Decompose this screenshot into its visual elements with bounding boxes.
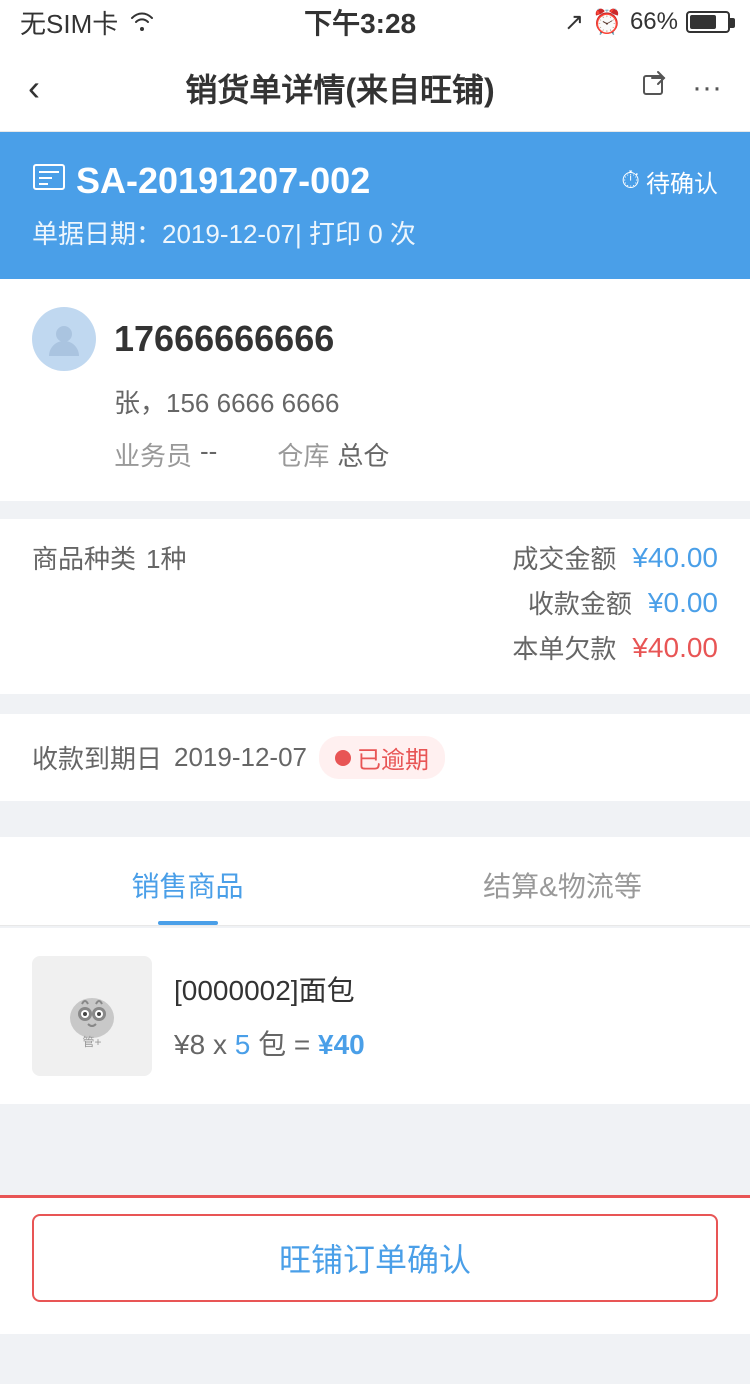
more-button[interactable]: ··· bbox=[692, 71, 722, 105]
salesperson-value: -- bbox=[200, 436, 217, 473]
due-date-label: 收款到期日 bbox=[32, 739, 162, 776]
summary-section: 商品种类 1种 成交金额 ¥40.00 收款金额 ¥0.00 本单欠款 ¥40.… bbox=[0, 519, 750, 694]
due-section: 收款到期日 2019-12-07 已逾期 bbox=[0, 714, 750, 801]
back-button[interactable]: ‹ bbox=[28, 67, 40, 109]
product-types: 商品种类 1种 bbox=[32, 539, 186, 576]
wifi-icon bbox=[128, 7, 156, 38]
nav-bar: ‹ 销货单详情(来自旺铺) ··· bbox=[0, 44, 750, 132]
confirm-order-button[interactable]: 旺铺订单确认 bbox=[32, 1214, 718, 1302]
order-meta: 单据日期：2019-12-07| 打印 0 次 bbox=[32, 214, 718, 251]
customer-phone: 17666666666 bbox=[114, 318, 334, 360]
product-item: 管+ [0000002]面包 ¥8 x 5 包 = ¥40 bbox=[0, 928, 750, 1104]
status-bar: 无SIM卡 下午3:28 ↗ ⏰ 66% bbox=[0, 0, 750, 44]
order-id: SA-20191207-002 bbox=[32, 160, 370, 202]
status-time: 下午3:28 bbox=[304, 2, 416, 42]
tabs-section: 销售商品 结算&物流等 bbox=[0, 837, 750, 926]
tab-settlement[interactable]: 结算&物流等 bbox=[375, 837, 750, 925]
overdue-icon bbox=[335, 750, 351, 766]
customer-section: 17666666666 张，156 6666 6666 业务员 -- 仓库 总仓 bbox=[0, 279, 750, 501]
customer-avatar bbox=[32, 307, 96, 371]
customer-name: 张，156 6666 6666 bbox=[114, 383, 718, 420]
clock-icon: ⏱ bbox=[621, 167, 640, 195]
due-date-value: 2019-12-07 bbox=[174, 742, 307, 773]
customer-extra: 业务员 -- 仓库 总仓 bbox=[114, 436, 718, 473]
status-left: 无SIM卡 bbox=[20, 4, 156, 41]
divider-1 bbox=[0, 501, 750, 519]
warehouse-value: 总仓 bbox=[337, 436, 389, 473]
tabs: 销售商品 结算&物流等 bbox=[0, 837, 750, 925]
battery-icon bbox=[686, 11, 730, 33]
overdue-badge: 已逾期 bbox=[319, 736, 445, 779]
product-qty: 5 bbox=[235, 1029, 251, 1060]
order-icon bbox=[32, 163, 66, 199]
nav-actions: ··· bbox=[640, 68, 722, 108]
warehouse-label: 仓库 bbox=[277, 436, 329, 473]
due-value: ¥40.00 bbox=[632, 632, 718, 664]
order-status: ⏱ 待确认 bbox=[621, 164, 718, 199]
overdue-text: 已逾期 bbox=[357, 740, 429, 775]
divider-3 bbox=[0, 801, 750, 819]
salesperson-label: 业务员 bbox=[114, 436, 192, 473]
product-name: [0000002]面包 bbox=[174, 969, 718, 1009]
product-section: 管+ [0000002]面包 ¥8 x 5 包 = ¥40 bbox=[0, 928, 750, 1104]
alarm-icon: ⏰ bbox=[592, 8, 622, 37]
amounts: 成交金额 ¥40.00 收款金额 ¥0.00 本单欠款 ¥40.00 bbox=[512, 539, 718, 666]
svg-text:管+: 管+ bbox=[82, 1034, 101, 1049]
bottom-bar: 旺铺订单确认 bbox=[0, 1195, 750, 1334]
order-header: SA-20191207-002 ⏱ 待确认 单据日期：2019-12-07| 打… bbox=[0, 132, 750, 279]
page-title: 销货单详情(来自旺铺) bbox=[185, 65, 494, 111]
due-label: 本单欠款 bbox=[512, 629, 616, 666]
share-button[interactable] bbox=[640, 68, 672, 108]
network-label: 无SIM卡 bbox=[20, 4, 118, 41]
amount-label: 成交金额 bbox=[512, 539, 616, 576]
location-icon: ↗ bbox=[564, 8, 584, 37]
divider-2 bbox=[0, 694, 750, 712]
product-price: ¥8 x 5 包 = ¥40 bbox=[174, 1023, 718, 1063]
tab-sales[interactable]: 销售商品 bbox=[0, 837, 375, 925]
status-right: ↗ ⏰ 66% bbox=[564, 8, 730, 37]
received-label: 收款金额 bbox=[528, 584, 632, 621]
amount-value: ¥40.00 bbox=[632, 542, 718, 574]
product-info: [0000002]面包 ¥8 x 5 包 = ¥40 bbox=[174, 969, 718, 1063]
product-thumbnail: 管+ bbox=[32, 956, 152, 1076]
product-total: ¥40 bbox=[318, 1029, 365, 1060]
received-value: ¥0.00 bbox=[648, 587, 718, 619]
battery-label: 66% bbox=[630, 8, 678, 36]
